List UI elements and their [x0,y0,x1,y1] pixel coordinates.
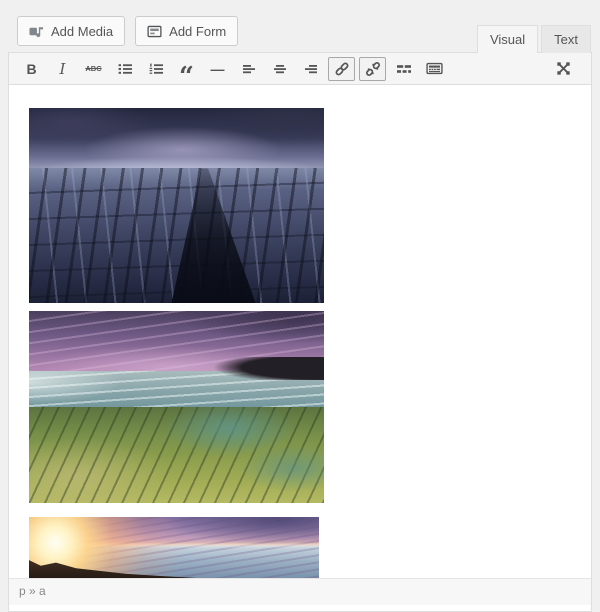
editor-toolbar: B I ABC “ — [9,53,591,92]
add-media-button[interactable]: Add Media [17,16,126,46]
bold-button[interactable]: B [18,57,45,81]
read-more-icon [396,61,412,77]
strikethrough-button[interactable]: ABC [80,57,107,81]
photo2-headland-layer [182,357,324,381]
media-note-icon [29,24,44,39]
align-right-button[interactable] [297,57,324,81]
media-buttons-bar: Add Media Add Form [17,16,239,46]
strikethrough-label: ABC [85,64,102,73]
photo3-rocks-layer [29,560,198,578]
distraction-free-button[interactable] [550,57,577,81]
align-center-icon [272,61,288,77]
bold-label: B [26,60,37,77]
photo2-moss-layer [29,407,324,503]
tab-visual[interactable]: Visual [476,25,539,53]
bulleted-list-button[interactable] [111,57,138,81]
blockquote-button[interactable]: “ [173,57,200,92]
read-more-button[interactable] [390,57,417,81]
element-path[interactable]: p » a [19,584,46,598]
keyboard-icon [426,60,443,77]
numbered-list-icon [148,61,164,77]
align-right-icon [303,61,319,77]
editor-content-area[interactable] [9,85,591,578]
numbered-list-button[interactable] [142,57,169,81]
italic-label: I [59,59,66,78]
horizontal-rule-button[interactable]: — [204,57,231,81]
remove-link-button[interactable] [359,56,386,81]
italic-button[interactable]: I [49,57,76,81]
tab-text[interactable]: Text [541,25,591,53]
add-form-button[interactable]: Add Form [135,16,239,46]
fullscreen-expand-icon [555,60,572,77]
content-image-3[interactable] [29,517,319,578]
link-icon [334,61,350,77]
form-document-icon [147,24,162,39]
content-image-1[interactable] [29,108,324,303]
align-left-button[interactable] [235,57,262,81]
editor-frame: B I ABC “ — p » a [8,52,592,612]
insert-link-button[interactable] [328,56,355,81]
content-image-2[interactable] [29,311,324,503]
editor-status-bar: p » a [9,578,591,605]
blockquote-icon: “ [179,62,194,92]
add-media-label: Add Media [51,23,114,39]
toolbar-toggle-button[interactable] [421,57,448,81]
add-form-label: Add Form [169,23,227,39]
unlink-icon [365,61,381,77]
photo1-sky-layer [29,108,324,169]
bulleted-list-icon [117,61,133,77]
align-center-button[interactable] [266,57,293,81]
editor-mode-tabs: Visual Text [476,25,591,53]
horizontal-rule-icon: — [210,60,225,77]
align-left-icon [241,61,257,77]
